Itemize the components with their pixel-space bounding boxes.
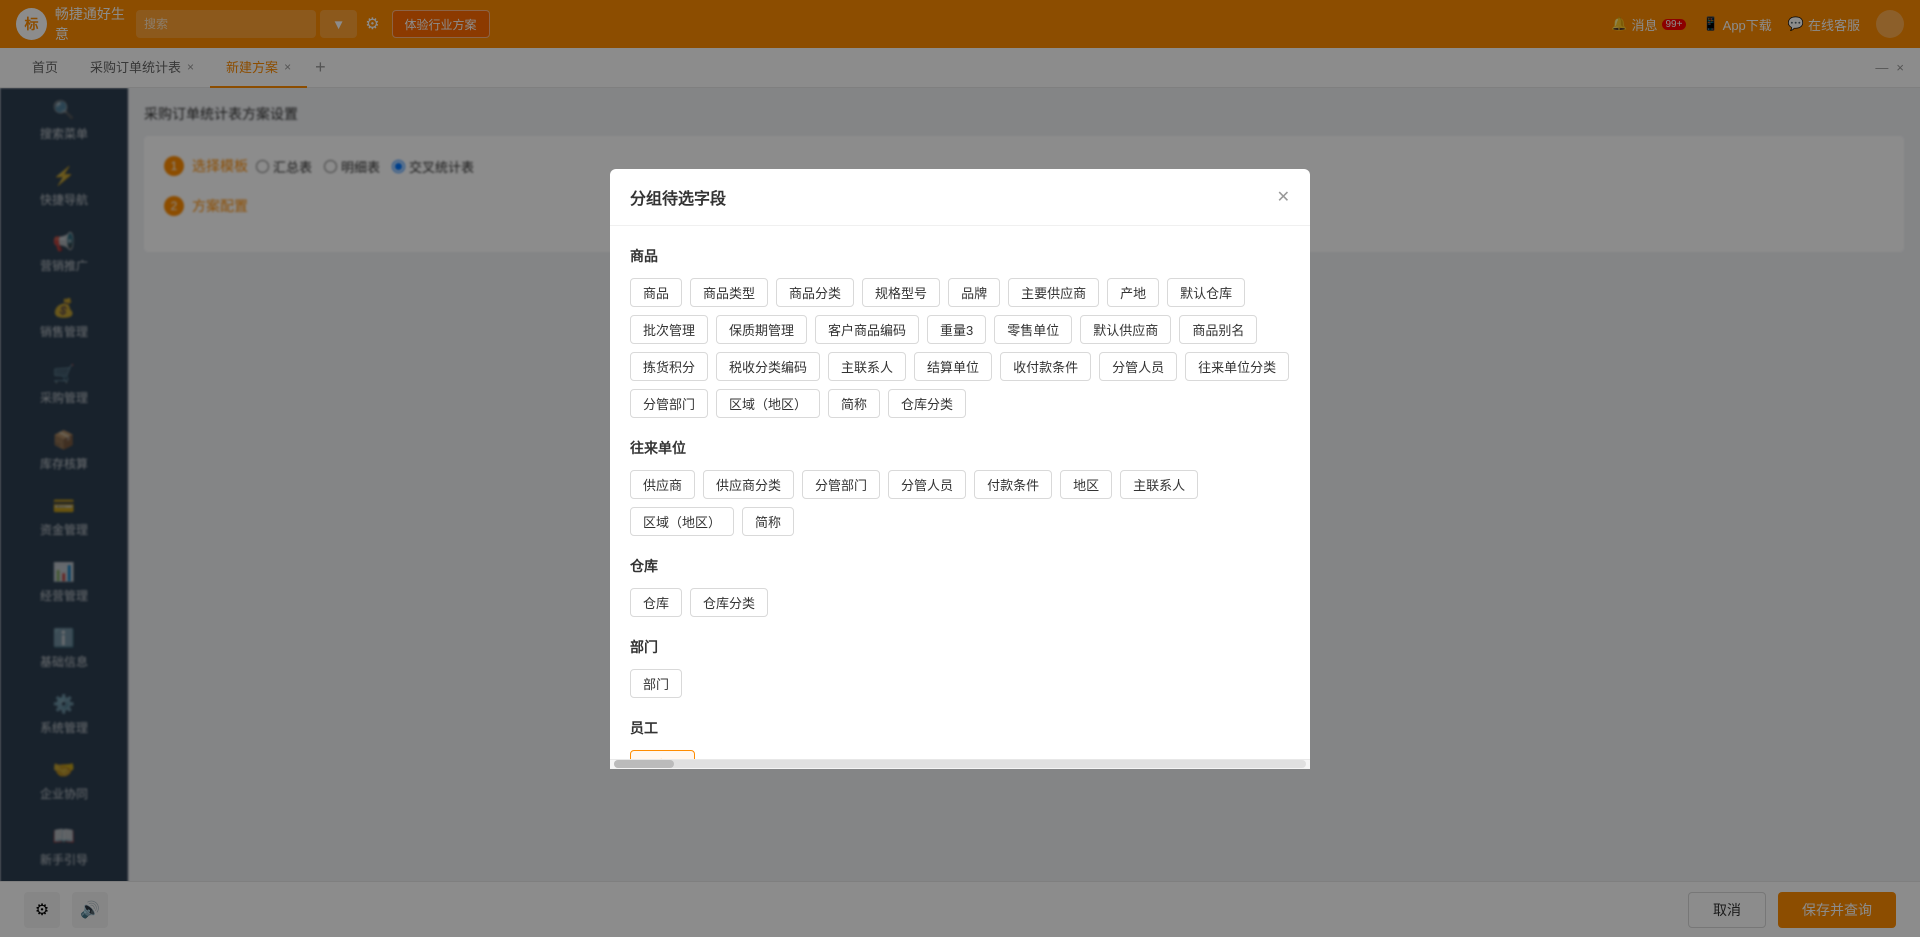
field-tag-1-8[interactable]: 简称: [742, 507, 794, 536]
field-tag-2-0[interactable]: 仓库: [630, 588, 682, 617]
field-tag-4-0[interactable]: 业务员: [630, 750, 695, 759]
field-section-1: 往来单位供应商供应商分类分管部门分管人员付款条件地区主联系人区域（地区） 简称: [630, 438, 1290, 536]
field-tag-1-5[interactable]: 地区: [1060, 470, 1112, 499]
field-tags-2: 仓库仓库分类: [630, 588, 1290, 617]
field-section-title-0: 商品: [630, 246, 1290, 266]
modal-overlay[interactable]: 分组待选字段 ✕ 商品商品商品类型商品分类规格型号品牌主要供应商产地默认仓库批次…: [0, 0, 1920, 937]
field-tag-1-0[interactable]: 供应商: [630, 470, 695, 499]
field-tag-0-21[interactable]: 往来单位分类: [1185, 352, 1289, 381]
field-tag-0-10[interactable]: 客户商品编码: [815, 315, 919, 344]
field-tag-0-23[interactable]: 区域（地区）: [716, 389, 820, 418]
field-tag-0-19[interactable]: 收付款条件: [1000, 352, 1091, 381]
modal-close-button[interactable]: ✕: [1277, 187, 1290, 207]
field-tag-0-13[interactable]: 默认供应商: [1080, 315, 1171, 344]
field-section-title-4: 员工: [630, 718, 1290, 738]
hscroll-thumb: [614, 760, 674, 768]
field-tag-0-5[interactable]: 主要供应商: [1008, 278, 1099, 307]
field-section-2: 仓库仓库仓库分类: [630, 556, 1290, 617]
field-tag-0-3[interactable]: 规格型号: [862, 278, 940, 307]
field-tags-1: 供应商供应商分类分管部门分管人员付款条件地区主联系人区域（地区） 简称: [630, 470, 1290, 536]
field-tags-4: 业务员: [630, 750, 1290, 759]
field-tag-0-12[interactable]: 零售单位: [994, 315, 1072, 344]
field-section-title-1: 往来单位: [630, 438, 1290, 458]
field-tag-0-6[interactable]: 产地: [1107, 278, 1159, 307]
modal-body[interactable]: 商品商品商品类型商品分类规格型号品牌主要供应商产地默认仓库批次管理保质期管理客户…: [610, 226, 1310, 759]
field-tag-2-1[interactable]: 仓库分类: [690, 588, 768, 617]
field-tag-0-22[interactable]: 分管部门: [630, 389, 708, 418]
field-tag-0-11[interactable]: 重量3: [927, 315, 986, 344]
modal-title: 分组待选字段: [630, 185, 726, 209]
field-tag-0-18[interactable]: 结算单位: [914, 352, 992, 381]
field-tag-0-1[interactable]: 商品类型: [690, 278, 768, 307]
field-tag-0-14[interactable]: 商品别名: [1179, 315, 1257, 344]
field-tag-0-2[interactable]: 商品分类: [776, 278, 854, 307]
field-tag-0-16[interactable]: 税收分类编码: [716, 352, 820, 381]
field-tag-1-4[interactable]: 付款条件: [974, 470, 1052, 499]
field-tag-0-8[interactable]: 批次管理: [630, 315, 708, 344]
field-tag-0-15[interactable]: 拣货积分: [630, 352, 708, 381]
field-section-0: 商品商品商品类型商品分类规格型号品牌主要供应商产地默认仓库批次管理保质期管理客户…: [630, 246, 1290, 418]
field-tag-0-4[interactable]: 品牌: [948, 278, 1000, 307]
field-tag-0-9[interactable]: 保质期管理: [716, 315, 807, 344]
field-tag-1-6[interactable]: 主联系人: [1120, 470, 1198, 499]
field-tag-1-2[interactable]: 分管部门: [802, 470, 880, 499]
field-tag-0-17[interactable]: 主联系人: [828, 352, 906, 381]
field-section-4: 员工业务员: [630, 718, 1290, 759]
field-tag-0-25[interactable]: 仓库分类: [888, 389, 966, 418]
hscroll-track: [614, 760, 1306, 768]
field-section-3: 部门部门: [630, 637, 1290, 698]
field-tag-0-0[interactable]: 商品: [630, 278, 682, 307]
field-tag-1-7[interactable]: 区域（地区）: [630, 507, 734, 536]
field-tag-0-20[interactable]: 分管人员: [1099, 352, 1177, 381]
modal-hscroll[interactable]: [610, 759, 1310, 769]
field-tags-0: 商品商品类型商品分类规格型号品牌主要供应商产地默认仓库批次管理保质期管理客户商品…: [630, 278, 1290, 418]
field-tag-3-0[interactable]: 部门: [630, 669, 682, 698]
field-tag-0-24[interactable]: 简称: [828, 389, 880, 418]
modal-header: 分组待选字段 ✕: [610, 169, 1310, 226]
field-section-title-2: 仓库: [630, 556, 1290, 576]
field-tag-0-7[interactable]: 默认仓库: [1167, 278, 1245, 307]
field-tag-1-1[interactable]: 供应商分类: [703, 470, 794, 499]
field-section-title-3: 部门: [630, 637, 1290, 657]
field-tags-3: 部门: [630, 669, 1290, 698]
field-tag-1-3[interactable]: 分管人员: [888, 470, 966, 499]
modal: 分组待选字段 ✕ 商品商品商品类型商品分类规格型号品牌主要供应商产地默认仓库批次…: [610, 169, 1310, 769]
